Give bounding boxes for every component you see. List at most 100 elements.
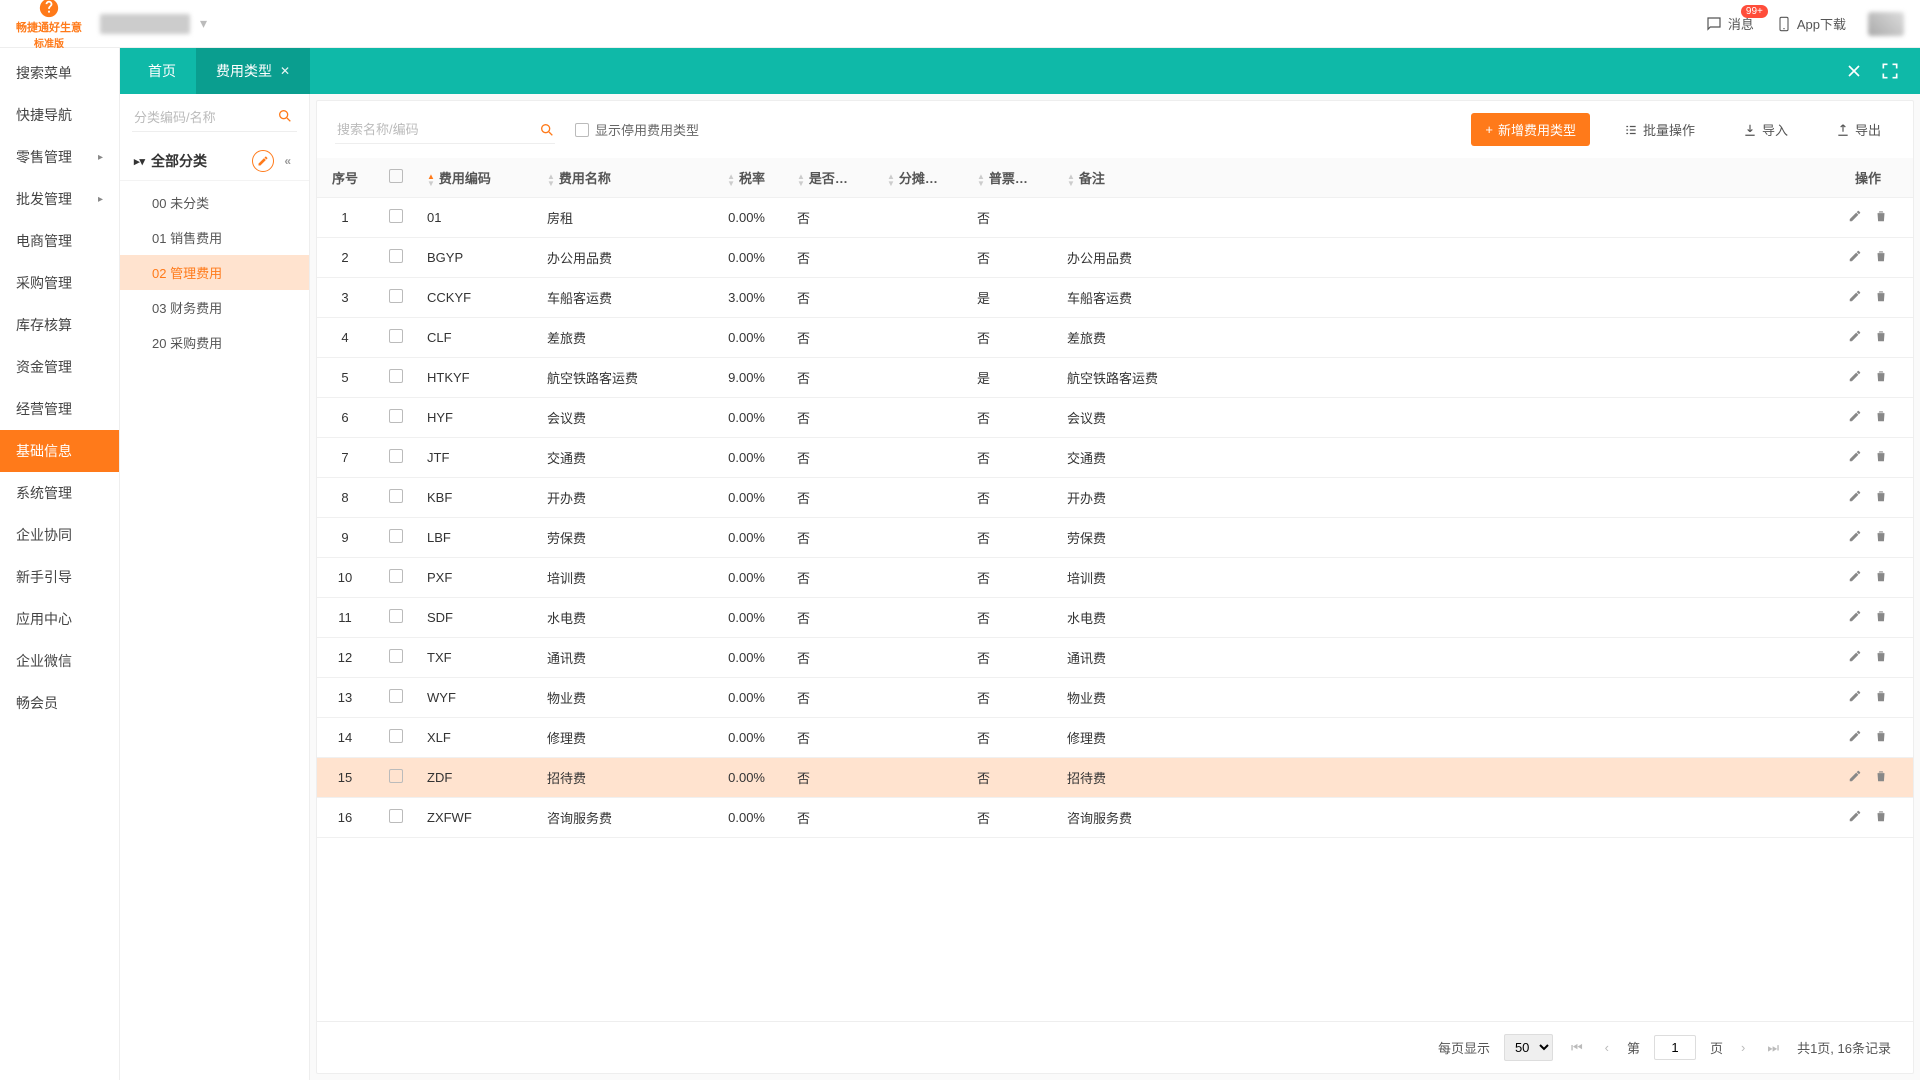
edit-row-icon[interactable]: [1848, 769, 1862, 783]
sidebar-item-1[interactable]: 快捷导航: [0, 94, 119, 136]
table-row[interactable]: 101房租0.00%否否: [317, 198, 1913, 238]
last-page-button[interactable]: ⏭: [1763, 1040, 1783, 1056]
edit-row-icon[interactable]: [1848, 569, 1862, 583]
edit-categories-button[interactable]: [252, 150, 274, 172]
delete-row-icon[interactable]: [1874, 209, 1888, 223]
table-row[interactable]: 8KBF开办费0.00%否否开办费: [317, 478, 1913, 518]
sidebar-item-2[interactable]: 零售管理▸: [0, 136, 119, 178]
col-checkbox[interactable]: [373, 158, 419, 198]
fullscreen-icon[interactable]: [1880, 61, 1900, 81]
show-disabled-checkbox[interactable]: 显示停用费用类型: [575, 120, 699, 139]
delete-row-icon[interactable]: [1874, 329, 1888, 343]
edit-row-icon[interactable]: [1848, 609, 1862, 623]
table-row[interactable]: 5HTKYF航空铁路客运费9.00%否是航空铁路客运费: [317, 358, 1913, 398]
app-download-button[interactable]: App下载: [1776, 14, 1846, 33]
search-icon[interactable]: [277, 108, 293, 124]
delete-row-icon[interactable]: [1874, 249, 1888, 263]
delete-row-icon[interactable]: [1874, 769, 1888, 783]
edit-row-icon[interactable]: [1848, 329, 1862, 343]
all-categories-label[interactable]: 全部分类: [151, 151, 207, 171]
tree-toggle-icon[interactable]: ▸▾: [134, 155, 145, 168]
cell-checkbox[interactable]: [373, 638, 419, 678]
delete-row-icon[interactable]: [1874, 809, 1888, 823]
next-page-button[interactable]: ›: [1737, 1040, 1749, 1055]
col-allocate[interactable]: ▲▼分摊…: [879, 158, 969, 198]
sidebar-item-15[interactable]: 畅会员: [0, 682, 119, 724]
edit-row-icon[interactable]: [1848, 529, 1862, 543]
sidebar-item-14[interactable]: 企业微信: [0, 640, 119, 682]
edit-row-icon[interactable]: [1848, 689, 1862, 703]
cell-checkbox[interactable]: [373, 558, 419, 598]
table-row[interactable]: 11SDF水电费0.00%否否水电费: [317, 598, 1913, 638]
cell-checkbox[interactable]: [373, 758, 419, 798]
close-all-tabs-icon[interactable]: [1844, 61, 1864, 81]
category-search-input[interactable]: [132, 104, 297, 132]
edit-row-icon[interactable]: [1848, 209, 1862, 223]
col-is[interactable]: ▲▼是否…: [789, 158, 879, 198]
sidebar-item-7[interactable]: 资金管理: [0, 346, 119, 388]
cell-checkbox[interactable]: [373, 318, 419, 358]
per-page-select[interactable]: 50: [1504, 1034, 1553, 1061]
cell-checkbox[interactable]: [373, 718, 419, 758]
sidebar-item-3[interactable]: 批发管理▸: [0, 178, 119, 220]
checkbox-icon[interactable]: [389, 169, 403, 183]
edit-row-icon[interactable]: [1848, 649, 1862, 663]
sidebar-item-4[interactable]: 电商管理: [0, 220, 119, 262]
table-row[interactable]: 4CLF差旅费0.00%否否差旅费: [317, 318, 1913, 358]
edit-row-icon[interactable]: [1848, 449, 1862, 463]
col-code[interactable]: ▲▼费用编码: [419, 158, 539, 198]
category-item-1[interactable]: 01 销售费用: [120, 220, 309, 255]
delete-row-icon[interactable]: [1874, 569, 1888, 583]
cell-checkbox[interactable]: [373, 678, 419, 718]
table-row[interactable]: 15ZDF招待费0.00%否否招待费: [317, 758, 1913, 798]
edit-row-icon[interactable]: [1848, 809, 1862, 823]
delete-row-icon[interactable]: [1874, 649, 1888, 663]
category-item-2[interactable]: 02 管理费用: [120, 255, 309, 290]
cell-checkbox[interactable]: [373, 278, 419, 318]
table-search-input[interactable]: [335, 116, 555, 144]
cell-checkbox[interactable]: [373, 398, 419, 438]
table-row[interactable]: 9LBF劳保费0.00%否否劳保费: [317, 518, 1913, 558]
messages-button[interactable]: 消息 99+: [1705, 14, 1754, 33]
table-row[interactable]: 13WYF物业费0.00%否否物业费: [317, 678, 1913, 718]
col-rate[interactable]: ▲▼税率: [699, 158, 789, 198]
table-row[interactable]: 10PXF培训费0.00%否否培训费: [317, 558, 1913, 598]
sidebar-item-0[interactable]: 搜索菜单: [0, 52, 119, 94]
cell-checkbox[interactable]: [373, 358, 419, 398]
import-button[interactable]: 导入: [1729, 113, 1802, 146]
delete-row-icon[interactable]: [1874, 449, 1888, 463]
sidebar-item-11[interactable]: 企业协同: [0, 514, 119, 556]
sidebar-item-13[interactable]: 应用中心: [0, 598, 119, 640]
collapse-panel-icon[interactable]: «: [280, 154, 295, 168]
cell-checkbox[interactable]: [373, 238, 419, 278]
cell-checkbox[interactable]: [373, 478, 419, 518]
edit-row-icon[interactable]: [1848, 409, 1862, 423]
tab-close-icon[interactable]: ✕: [280, 64, 290, 78]
cell-checkbox[interactable]: [373, 518, 419, 558]
delete-row-icon[interactable]: [1874, 529, 1888, 543]
edit-row-icon[interactable]: [1848, 729, 1862, 743]
edit-row-icon[interactable]: [1848, 489, 1862, 503]
table-row[interactable]: 7JTF交通费0.00%否否交通费: [317, 438, 1913, 478]
batch-action-button[interactable]: 批量操作: [1610, 113, 1709, 146]
table-row[interactable]: 3CCKYF车船客运费3.00%否是车船客运费: [317, 278, 1913, 318]
table-row[interactable]: 2BGYP办公用品费0.00%否否办公用品费: [317, 238, 1913, 278]
table-row[interactable]: 14XLF修理费0.00%否否修理费: [317, 718, 1913, 758]
prev-page-button[interactable]: ‹: [1601, 1040, 1613, 1055]
delete-row-icon[interactable]: [1874, 369, 1888, 383]
delete-row-icon[interactable]: [1874, 729, 1888, 743]
user-avatar[interactable]: [1868, 12, 1904, 36]
col-name[interactable]: ▲▼费用名称: [539, 158, 699, 198]
table-row[interactable]: 12TXF通讯费0.00%否否通讯费: [317, 638, 1913, 678]
category-item-4[interactable]: 20 采购费用: [120, 325, 309, 360]
first-page-button[interactable]: ⏮: [1567, 1040, 1587, 1056]
edit-row-icon[interactable]: [1848, 249, 1862, 263]
search-icon[interactable]: [539, 122, 555, 138]
delete-row-icon[interactable]: [1874, 489, 1888, 503]
col-remark[interactable]: ▲▼备注: [1059, 158, 1823, 198]
add-fee-type-button[interactable]: + 新增费用类型: [1471, 113, 1590, 146]
col-index[interactable]: 序号: [317, 158, 373, 198]
delete-row-icon[interactable]: [1874, 289, 1888, 303]
sidebar-item-6[interactable]: 库存核算: [0, 304, 119, 346]
tab-1[interactable]: 费用类型✕: [196, 48, 310, 94]
